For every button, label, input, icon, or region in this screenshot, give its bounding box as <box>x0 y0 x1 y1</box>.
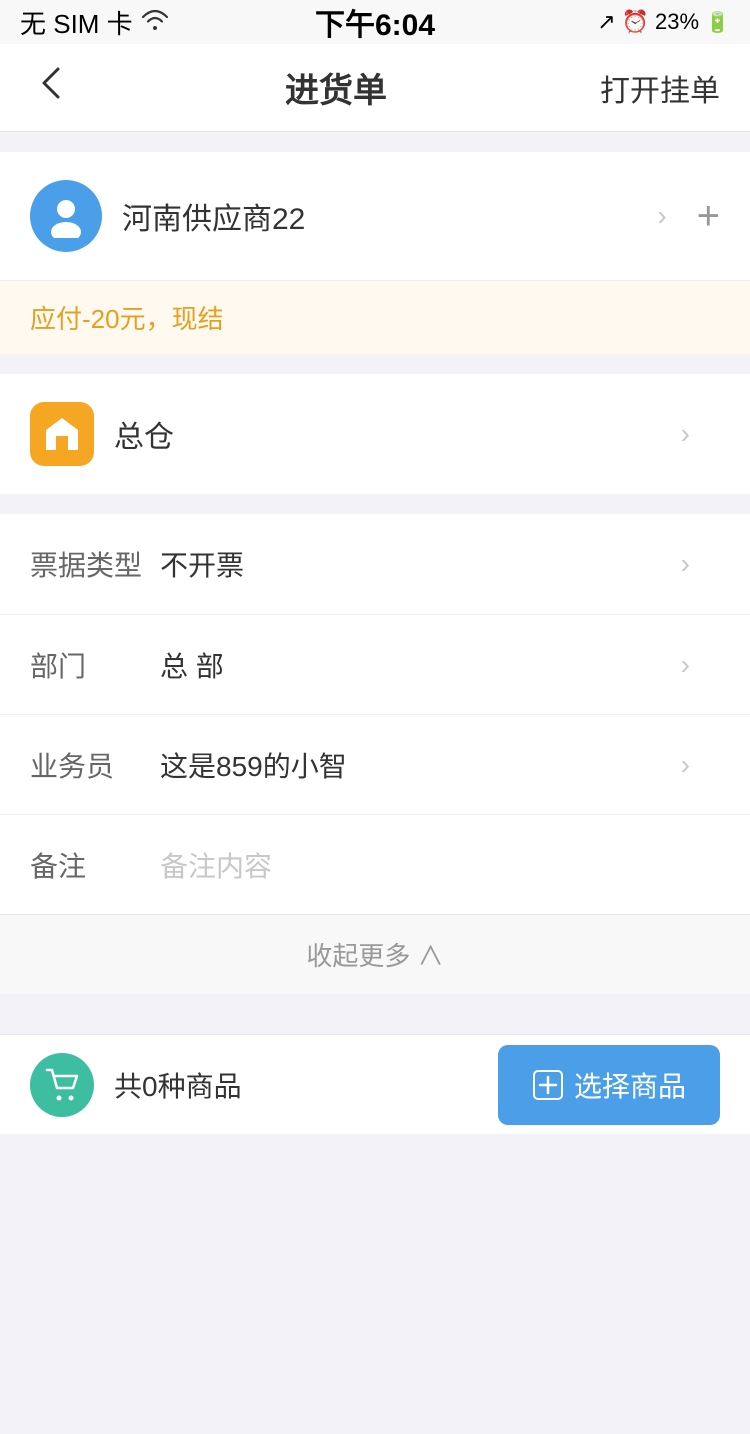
warehouse-card: 总仓 › <box>0 374 750 494</box>
ticket-type-arrow-icon: › <box>681 548 690 580</box>
cart-icon-wrapper <box>30 1053 94 1117</box>
department-label: 部门 <box>30 645 160 685</box>
carrier-text: 无 SIM 卡 <box>20 4 133 41</box>
remarks-row[interactable]: 备注 备注内容 <box>0 814 750 914</box>
ticket-type-row[interactable]: 票据类型 不开票 › <box>0 514 750 614</box>
select-product-label: 选择商品 <box>574 1065 686 1105</box>
ticket-type-value: 不开票 <box>160 544 681 584</box>
product-count-text: 共0种商品 <box>114 1065 498 1105</box>
back-button[interactable] <box>30 55 72 120</box>
select-product-icon <box>532 1069 564 1101</box>
wifi-icon <box>141 8 169 36</box>
battery-percent: 23% <box>655 9 699 35</box>
status-carrier: 无 SIM 卡 <box>20 4 169 41</box>
supplier-avatar <box>30 180 102 252</box>
collapse-label: 收起更多 ∧ <box>306 936 443 973</box>
status-bar: 无 SIM 卡 下午6:04 ↗ ⏰ 23% 🔋 <box>0 0 750 44</box>
location-icon: ↗ <box>597 9 615 35</box>
ticket-type-label: 票据类型 <box>30 544 160 584</box>
remarks-label: 备注 <box>30 845 160 885</box>
shopping-cart-icon <box>43 1066 81 1104</box>
salesperson-label: 业务员 <box>30 745 160 785</box>
bottom-bar: 共0种商品 选择商品 <box>0 1034 750 1134</box>
supplier-notice: 应付-20元，现结 <box>0 281 750 354</box>
warehouse-row[interactable]: 总仓 › <box>0 374 750 494</box>
page-title: 进货单 <box>285 63 387 112</box>
supplier-card: 河南供应商22 › + 应付-20元，现结 <box>0 152 750 354</box>
section-gap-2 <box>0 354 750 374</box>
salesperson-row[interactable]: 业务员 这是859的小智 › <box>0 714 750 814</box>
battery-icon: 🔋 <box>705 10 730 35</box>
alarm-icon: ⏰ <box>622 9 649 35</box>
nav-bar: 进货单 打开挂单 <box>0 44 750 132</box>
supplier-row[interactable]: 河南供应商22 › + <box>0 152 750 281</box>
house-icon <box>42 414 82 454</box>
warehouse-arrow-icon: › <box>681 418 690 450</box>
supplier-name: 河南供应商22 <box>122 194 657 238</box>
salesperson-value: 这是859的小智 <box>160 745 681 785</box>
section-gap-3 <box>0 494 750 514</box>
form-card: 票据类型 不开票 › 部门 总 部 › 业务员 这是859的小智 › 备注 备注… <box>0 514 750 994</box>
section-gap-1 <box>0 132 750 152</box>
department-arrow-icon: › <box>681 649 690 681</box>
department-row[interactable]: 部门 总 部 › <box>0 614 750 714</box>
collapse-button[interactable]: 收起更多 ∧ <box>0 914 750 994</box>
select-product-button[interactable]: 选择商品 <box>498 1045 720 1125</box>
add-supplier-button[interactable]: + <box>697 194 720 239</box>
remarks-placeholder[interactable]: 备注内容 <box>160 845 720 885</box>
supplier-arrow-icon: › <box>657 200 666 232</box>
section-gap-4 <box>0 994 750 1014</box>
person-icon <box>44 194 88 238</box>
salesperson-arrow-icon: › <box>681 749 690 781</box>
open-pending-button[interactable]: 打开挂单 <box>600 66 720 110</box>
status-right-group: ↗ ⏰ 23% 🔋 <box>597 9 730 35</box>
warehouse-name: 总仓 <box>114 412 681 456</box>
warehouse-icon <box>30 402 94 466</box>
department-value: 总 部 <box>160 645 681 685</box>
status-time: 下午6:04 <box>315 0 435 44</box>
page-background <box>0 1134 750 1434</box>
